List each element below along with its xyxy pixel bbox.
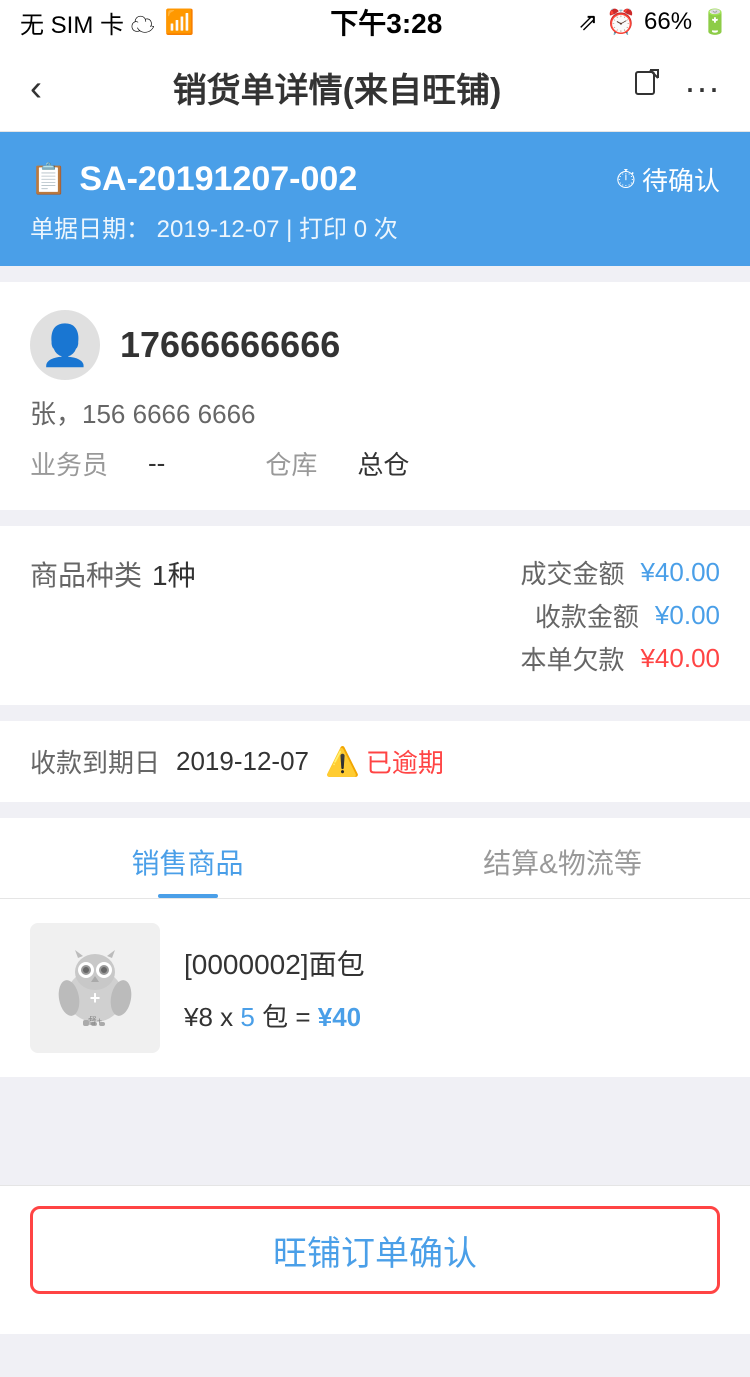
customer-card: 👤 17666666666 张，156 6666 6666 业务员 -- 仓库 … (0, 282, 750, 510)
amount-value: ¥40.00 (640, 557, 720, 588)
quantity: 5 (240, 1002, 254, 1032)
customer-phone: 17666666666 (120, 324, 340, 366)
product-item: + 督+ [0000002]面包 ¥8 x 5 包 = ¥40 (0, 899, 750, 1077)
svg-text:督+: 督+ (88, 1015, 102, 1026)
multiply-sign: x (220, 1002, 233, 1032)
tab-settlement-logistics[interactable]: 结算&物流等 (375, 818, 750, 898)
tab-sales-products[interactable]: 销售商品 (0, 818, 375, 898)
tabs-section: 销售商品 结算&物流等 (0, 818, 750, 1077)
due-date-value: 2019-12-07 (176, 746, 309, 777)
tabs-header: 销售商品 结算&物流等 (0, 818, 750, 899)
wifi-icon: 📶 (165, 8, 195, 37)
status-time: 下午3:28 (330, 2, 442, 42)
quantity-unit: 包 (262, 1002, 288, 1032)
status-right: ⇗ ⏰ 66% 🔋 (578, 8, 730, 37)
more-button[interactable]: ··· (684, 67, 720, 109)
warehouse-value: 总仓 (357, 445, 409, 482)
order-meta: 单据日期： 2019-12-07 | 打印 0 次 (30, 209, 720, 244)
svg-text:+: + (90, 988, 101, 1008)
due-date-card: 收款到期日 2019-12-07 ⚠️ 已逾期 (0, 721, 750, 802)
due-label: 收款到期日 (30, 743, 160, 780)
bottom-bar: 旺铺订单确认 (0, 1185, 750, 1334)
amount-label: 成交金额 (520, 554, 624, 591)
battery-level: 66% (644, 8, 692, 36)
page-title: 销货单详情(来自旺铺) (173, 63, 502, 112)
product-info: [0000002]面包 ¥8 x 5 包 = ¥40 (184, 943, 720, 1034)
person-icon: 👤 (40, 322, 90, 369)
total-price: ¥40 (318, 1002, 361, 1032)
customer-details: 业务员 -- 仓库 总仓 (30, 445, 720, 482)
received-label: 收款金额 (535, 597, 639, 634)
product-kind-label: 商品种类 (30, 554, 142, 594)
sim-status: 无 SIM 卡 ☁ (20, 5, 155, 40)
sales-label: 业务员 (30, 445, 108, 482)
warning-icon: ⚠️ (325, 745, 360, 778)
warehouse-label: 仓库 (265, 445, 317, 482)
customer-name: 张，156 6666 6666 (30, 394, 720, 431)
battery-icon: 🔋 (700, 8, 730, 37)
received-value: ¥0.00 (655, 600, 720, 631)
location-icon: ⇗ (578, 8, 598, 37)
order-icon: 📋 (30, 162, 67, 197)
nav-actions: ··· (632, 67, 720, 109)
avatar: 👤 (30, 310, 100, 380)
back-button[interactable]: ‹ (30, 67, 42, 109)
equals-sign: = (295, 1002, 310, 1032)
product-price: ¥8 x 5 包 = ¥40 (184, 997, 720, 1034)
product-name: [0000002]面包 (184, 943, 720, 983)
product-kind-value: 1种 (152, 554, 196, 594)
summary-card: 商品种类 1种 成交金额 ¥40.00 收款金额 ¥0.00 本单欠款 ¥40.… (0, 526, 750, 705)
product-thumbnail: + 督+ (30, 923, 160, 1053)
owed-value: ¥40.00 (640, 643, 720, 674)
clock-icon: ⏱ (616, 164, 636, 196)
status-bar: 无 SIM 卡 ☁ 📶 下午3:28 ⇗ ⏰ 66% 🔋 (0, 0, 750, 44)
order-header-card: 📋 SA-20191207-002 ⏱ 待确认 单据日期： 2019-12-07… (0, 132, 750, 266)
overdue-badge: ⚠️ 已逾期 (325, 743, 444, 780)
share-button[interactable] (632, 67, 664, 109)
overdue-text: 已逾期 (366, 743, 444, 780)
order-status: ⏱ 待确认 (616, 161, 720, 198)
owed-label: 本单欠款 (520, 640, 624, 677)
nav-bar: ‹ 销货单详情(来自旺铺) ··· (0, 44, 750, 132)
status-text: 待确认 (642, 161, 720, 198)
alarm-icon: ⏰ (606, 8, 636, 37)
confirm-button[interactable]: 旺铺订单确认 (30, 1206, 720, 1294)
sales-value: -- (148, 448, 165, 479)
status-left: 无 SIM 卡 ☁ 📶 (20, 5, 195, 40)
order-id: SA-20191207-002 (79, 160, 357, 199)
price-unit: ¥8 (184, 1002, 213, 1032)
